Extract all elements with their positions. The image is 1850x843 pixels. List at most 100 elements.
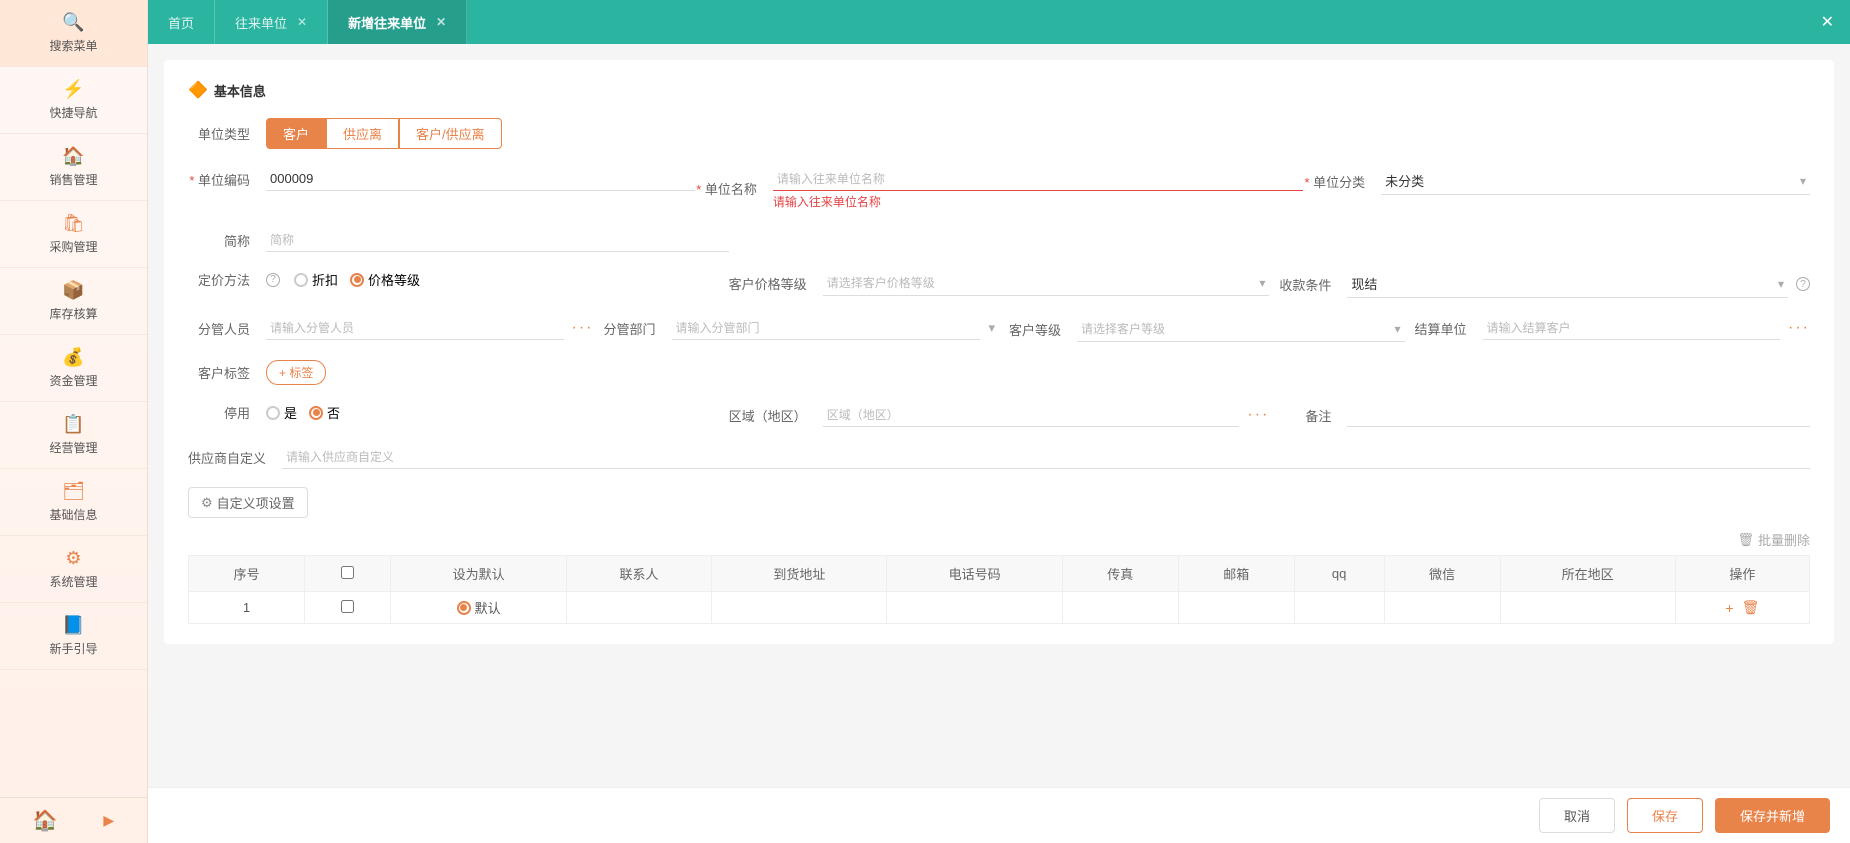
cell-checkbox — [305, 592, 391, 624]
unit-code-input[interactable] — [266, 167, 695, 191]
radio-level-inner — [354, 276, 361, 283]
radio-disabled-no[interactable]: 否 — [309, 403, 340, 422]
payment-terms-select[interactable]: 现结 ▾ — [1347, 270, 1788, 298]
unit-category-label: 单位分类 — [1303, 172, 1373, 191]
department-field: 分管部门 ▾ — [594, 316, 1000, 340]
sidebar-item-basic-info[interactable]: 🗂 基础信息 — [0, 469, 147, 536]
radio-disabled-yes-outer — [266, 406, 280, 420]
customer-level-select[interactable]: 请选择客户等级 ▾ — [1077, 316, 1405, 342]
batch-delete-button[interactable]: 🗑 批量删除 — [1737, 530, 1810, 549]
pricing-hint-icon[interactable]: ? — [266, 273, 280, 287]
cell-email — [1178, 592, 1294, 624]
tab-partner-list-label: 往来单位 — [235, 13, 287, 32]
code-name-category-row: 单位编码 单位名称 请输入往来单位名称 单位分类 未分类 ▾ — [188, 167, 1810, 210]
remark-label: 备注 — [1269, 406, 1339, 425]
custom-settings-section: ⚙ 自定义项设置 — [188, 487, 1810, 518]
batch-delete-section: 🗑 批量删除 — [188, 530, 1810, 549]
sidebar-item-search[interactable]: 🔍 搜索菜单 — [0, 0, 147, 67]
row-checkbox[interactable] — [341, 600, 354, 613]
tab-partner-list[interactable]: 往来单位 ✕ — [215, 0, 328, 44]
radio-level[interactable]: 价格等级 — [350, 270, 420, 289]
cell-default: 默认 — [391, 592, 566, 624]
tab-home[interactable]: 首页 — [148, 0, 215, 44]
finance-icon: 💰 — [62, 347, 84, 368]
sidebar-item-inventory[interactable]: 📦 库存核算 — [0, 268, 147, 335]
radio-disabled-yes-label: 是 — [284, 403, 297, 422]
tab-partner-list-close[interactable]: ✕ — [297, 15, 307, 29]
section-icon: 🔶 — [188, 80, 208, 100]
btn-type-customer[interactable]: 客户 — [266, 118, 326, 149]
sidebar-item-sales[interactable]: 🏠 销售管理 — [0, 134, 147, 201]
btn-type-both[interactable]: 客户/供应离 — [399, 118, 502, 149]
settlement-unit-more-btn[interactable]: ··· — [1788, 319, 1810, 337]
row-add-btn[interactable]: + — [1725, 600, 1733, 616]
remark-input[interactable] — [1347, 403, 1810, 427]
sidebar-bottom: 🏠 ▶ — [0, 797, 147, 843]
batch-delete-label: 批量删除 — [1758, 530, 1810, 549]
save-button[interactable]: 保存 — [1627, 798, 1703, 833]
unit-category-select[interactable]: 未分类 ▾ — [1381, 167, 1810, 195]
section-title: 🔶 基本信息 — [188, 80, 1810, 100]
sidebar-item-finance-label: 资金管理 — [49, 372, 97, 389]
add-tag-button[interactable]: + 标签 — [266, 360, 326, 385]
region-more-btn[interactable]: ··· — [1247, 406, 1269, 424]
sidebar-item-inventory-label: 库存核算 — [49, 305, 97, 322]
col-index: 序号 — [189, 556, 305, 592]
cancel-button[interactable]: 取消 — [1539, 798, 1615, 833]
unit-category-field: 单位分类 未分类 ▾ — [1303, 167, 1810, 195]
customer-price-select[interactable]: 请选择客户价格等级 ▾ — [823, 270, 1270, 296]
sidebar-item-operations[interactable]: 📋 经营管理 — [0, 402, 147, 469]
unit-type-row: 单位类型 客户 供应离 客户/供应离 — [188, 118, 1810, 149]
settlement-unit-input[interactable] — [1483, 316, 1781, 340]
department-label: 分管部门 — [594, 319, 664, 338]
unit-name-input[interactable] — [773, 167, 1303, 191]
sidebar-expand-icon[interactable]: ▶ — [103, 812, 114, 829]
manager-more-btn[interactable]: ··· — [572, 319, 594, 337]
select-all-checkbox[interactable] — [341, 566, 354, 579]
unit-type-field: 单位类型 客户 供应离 客户/供应离 — [188, 118, 1810, 149]
tab-home-label: 首页 — [168, 13, 194, 32]
disabled-label: 停用 — [188, 403, 258, 422]
cell-action: + 🗑 — [1675, 592, 1809, 624]
col-wechat: 微信 — [1384, 556, 1500, 592]
row-default-radio[interactable]: 默认 — [403, 598, 553, 617]
short-name-input[interactable] — [266, 228, 729, 252]
supplier-custom-input[interactable] — [282, 445, 1810, 469]
sidebar-item-operations-label: 经营管理 — [49, 439, 97, 456]
payment-hint-icon[interactable]: ? — [1796, 277, 1810, 291]
pricing-radio-group: 折扣 价格等级 — [294, 270, 420, 289]
sidebar-item-system[interactable]: ⚙ 系统管理 — [0, 536, 147, 603]
btn-type-supplier[interactable]: 供应离 — [326, 118, 399, 149]
unit-type-label: 单位类型 — [188, 124, 258, 143]
custom-settings-button[interactable]: ⚙ 自定义项设置 — [188, 487, 308, 518]
unit-category-value: 未分类 — [1385, 171, 1796, 190]
sidebar-item-quick-nav[interactable]: ⚡ 快捷导航 — [0, 67, 147, 134]
customer-price-placeholder: 请选择客户价格等级 — [827, 274, 1256, 291]
tab-bar-global-close[interactable]: ✕ — [1817, 8, 1838, 36]
table-header: 序号 设为默认 联系人 到货地址 电话号码 传真 邮箱 qq 微信 所在地区 — [189, 556, 1810, 592]
radio-discount-label: 折扣 — [312, 270, 338, 289]
sidebar-home-icon[interactable]: 🏠 — [33, 808, 58, 833]
radio-discount[interactable]: 折扣 — [294, 270, 338, 289]
manager-input[interactable] — [266, 316, 564, 340]
col-address: 到货地址 — [712, 556, 887, 592]
row-delete-btn[interactable]: 🗑 — [1742, 599, 1760, 616]
inventory-icon: 📦 — [62, 280, 84, 301]
region-input[interactable] — [823, 403, 1240, 427]
tab-partner-new[interactable]: 新增往来单位 ✕ — [328, 0, 467, 44]
department-input[interactable] — [672, 316, 981, 340]
quicknav-icon: ⚡ — [62, 79, 84, 100]
payment-terms-chevron: ▾ — [1778, 277, 1784, 291]
sidebar-item-guide[interactable]: 📘 新手引导 — [0, 603, 147, 670]
col-default: 设为默认 — [391, 556, 566, 592]
content-area: 🔶 基本信息 单位类型 客户 供应离 客户/供应离 单位编码 — [148, 44, 1850, 787]
disabled-region-row: 停用 是 否 区 — [188, 403, 1810, 427]
manager-label: 分管人员 — [188, 319, 258, 338]
tab-partner-new-close[interactable]: ✕ — [436, 15, 446, 29]
sidebar-item-purchase[interactable]: 🛍 采购管理 — [0, 201, 147, 268]
radio-disabled-yes[interactable]: 是 — [266, 403, 297, 422]
col-region: 所在地区 — [1500, 556, 1675, 592]
sidebar-item-finance[interactable]: 💰 资金管理 — [0, 335, 147, 402]
cell-phone — [887, 592, 1062, 624]
save-new-button[interactable]: 保存并新增 — [1715, 798, 1830, 833]
